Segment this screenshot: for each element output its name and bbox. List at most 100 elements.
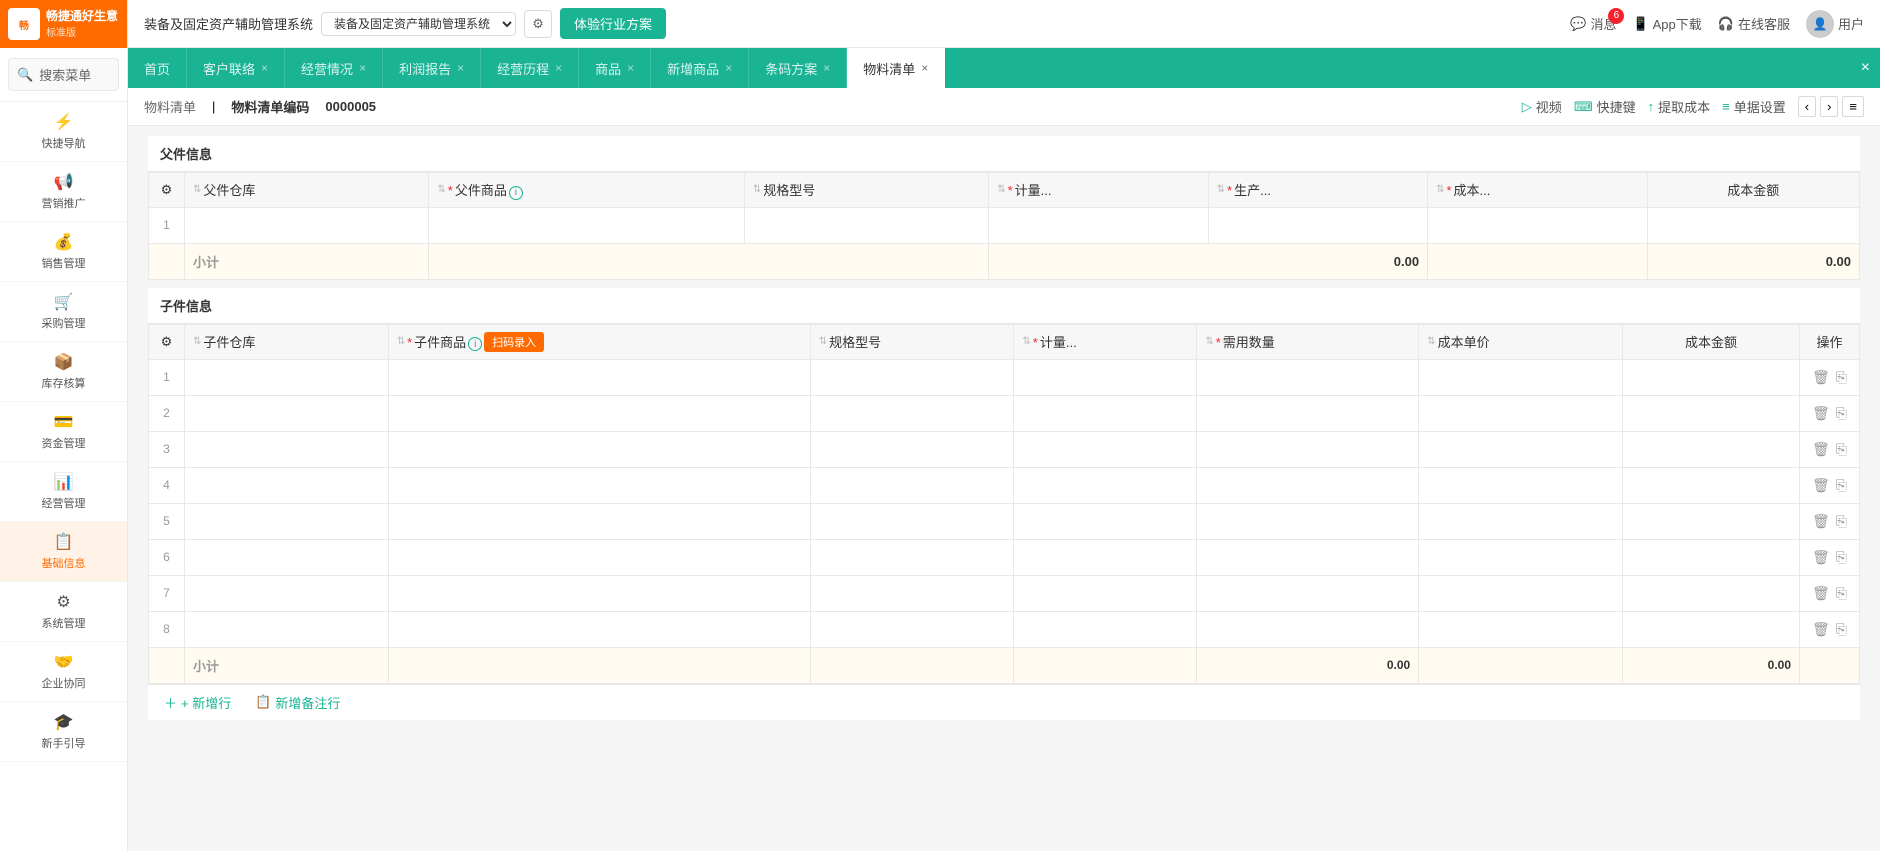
child-row-5-measure[interactable] [1014,503,1197,539]
delete-row-6-icon[interactable]: 🗑 [1812,549,1830,566]
child-row-6-unit-cost[interactable] [1419,539,1623,575]
child-row-3-warehouse[interactable] [185,431,389,467]
child-row-5-warehouse[interactable] [185,503,389,539]
tab-close-2[interactable]: × [359,61,366,75]
nav-tab-5[interactable]: 商品× [579,48,651,88]
child-row-7-product[interactable] [388,575,810,611]
delete-row-4-icon[interactable]: 🗑 [1812,477,1830,494]
breadcrumb-parent[interactable]: 物料清单 [144,97,196,116]
copy-row-7-icon[interactable]: ⎘ [1836,585,1847,602]
child-row-6-measure[interactable] [1014,539,1197,575]
child-row-5-unit-cost[interactable] [1419,503,1623,539]
child-row-2-spec[interactable] [810,395,1014,431]
child-row-8-product[interactable] [388,611,810,647]
sidebar-item-新手引导[interactable]: 🎓 新手引导 [0,702,127,762]
child-row-1-product[interactable] [388,359,810,395]
child-row-4-warehouse[interactable] [185,467,389,503]
user-menu[interactable]: 👤 用户 [1806,10,1864,38]
copy-row-6-icon[interactable]: ⎘ [1836,549,1847,566]
child-row-5-spec[interactable] [810,503,1014,539]
delete-row-5-icon[interactable]: 🗑 [1812,513,1830,530]
child-row-4-spec[interactable] [810,467,1014,503]
copy-row-8-icon[interactable]: ⎘ [1836,621,1847,638]
child-row-6-qty[interactable] [1197,539,1419,575]
child-row-1-spec[interactable] [810,359,1014,395]
nav-tab-1[interactable]: 客户联络× [187,48,285,88]
experience-button[interactable]: 体验行业方案 [560,8,666,39]
extract-cost-action[interactable]: ↑ 提取成本 [1648,97,1711,116]
child-row-7-unit-cost[interactable] [1419,575,1623,611]
child-row-4-measure[interactable] [1014,467,1197,503]
child-row-3-spec[interactable] [810,431,1014,467]
delete-row-2-icon[interactable]: 🗑 [1812,405,1830,422]
copy-row-2-icon[interactable]: ⎘ [1836,405,1847,422]
child-row-7-measure[interactable] [1014,575,1197,611]
tab-close-6[interactable]: × [725,61,732,75]
tab-close-3[interactable]: × [457,61,464,75]
child-row-4-qty[interactable] [1197,467,1419,503]
child-row-2-measure[interactable] [1014,395,1197,431]
sidebar-item-系统管理[interactable]: ⚙ 系统管理 [0,582,127,642]
child-row-1-measure[interactable] [1014,359,1197,395]
sidebar-item-企业协同[interactable]: 🤝 企业协同 [0,642,127,702]
search-menu-button[interactable]: 🔍 搜索菜单 [8,58,119,91]
delete-row-7-icon[interactable]: 🗑 [1812,585,1830,602]
child-product-info-icon[interactable]: i [468,337,482,351]
child-row-2-warehouse[interactable] [185,395,389,431]
parent-row-1-spec[interactable] [744,207,988,243]
copy-row-1-icon[interactable]: ⎘ [1836,369,1847,386]
scan-input-button[interactable]: 扫码录入 [484,332,544,352]
delete-row-8-icon[interactable]: 🗑 [1812,621,1830,638]
tab-close-4[interactable]: × [555,61,562,75]
video-action[interactable]: ▷ 视频 [1522,97,1562,116]
online-service-button[interactable]: 🎧 在线客服 [1718,14,1790,33]
child-row-2-product[interactable] [388,395,810,431]
child-row-1-qty[interactable] [1197,359,1419,395]
single-settings-action[interactable]: ≡ 单据设置 [1722,97,1786,116]
sidebar-item-基础信息[interactable]: 📋 基础信息 [0,522,127,582]
child-row-1-unit-cost[interactable] [1419,359,1623,395]
child-row-4-unit-cost[interactable] [1419,467,1623,503]
child-row-6-spec[interactable] [810,539,1014,575]
child-row-7-qty[interactable] [1197,575,1419,611]
sidebar-item-快捷导航[interactable]: ⚡ 快捷导航 [0,102,127,162]
parent-row-1-produce[interactable] [1208,207,1427,243]
parent-row-1-warehouse[interactable] [185,207,429,243]
child-row-8-warehouse[interactable] [185,611,389,647]
nav-tab-6[interactable]: 新增商品× [651,48,749,88]
nav-tab-8[interactable]: 物料清单× [847,48,945,88]
tab-close-1[interactable]: × [261,61,268,75]
tab-close-8[interactable]: × [921,61,928,75]
child-row-7-spec[interactable] [810,575,1014,611]
copy-row-3-icon[interactable]: ⎘ [1836,441,1847,458]
system-selector[interactable]: 装备及固定资产辅助管理系统 [321,12,516,36]
child-row-6-warehouse[interactable] [185,539,389,575]
sidebar-item-营销推广[interactable]: 📢 营销推广 [0,162,127,222]
child-row-3-unit-cost[interactable] [1419,431,1623,467]
child-row-2-unit-cost[interactable] [1419,395,1623,431]
shortcut-action[interactable]: ⌨ 快捷键 [1574,97,1636,116]
settings-gear-button[interactable]: ⚙ [524,10,552,38]
add-row-button[interactable]: ＋ + 新增行 [164,693,231,712]
child-row-7-warehouse[interactable] [185,575,389,611]
message-button[interactable]: 💬 消息 6 [1570,14,1616,33]
sidebar-item-采购管理[interactable]: 🛒 采购管理 [0,282,127,342]
delete-row-1-icon[interactable]: 🗑 [1812,369,1830,386]
parent-product-info-icon[interactable]: i [509,186,523,200]
nav-tab-7[interactable]: 条码方案× [749,48,847,88]
sidebar-item-库存核算[interactable]: 📦 库存核算 [0,342,127,402]
app-download-button[interactable]: 📱 App下载 [1632,14,1701,33]
list-view-button[interactable]: ≡ [1842,96,1864,117]
child-row-6-product[interactable] [388,539,810,575]
tab-close-5[interactable]: × [627,61,634,75]
sidebar-item-资金管理[interactable]: 💳 资金管理 [0,402,127,462]
add-note-row-button[interactable]: 📋 新增备注行 [255,693,340,712]
nav-tab-0[interactable]: 首页 [128,48,187,88]
nav-tab-3[interactable]: 利润报告× [383,48,481,88]
child-row-8-spec[interactable] [810,611,1014,647]
nav-tab-2[interactable]: 经营情况× [285,48,383,88]
child-row-2-qty[interactable] [1197,395,1419,431]
child-row-1-warehouse[interactable] [185,359,389,395]
nav-tab-4[interactable]: 经营历程× [481,48,579,88]
child-row-5-product[interactable] [388,503,810,539]
